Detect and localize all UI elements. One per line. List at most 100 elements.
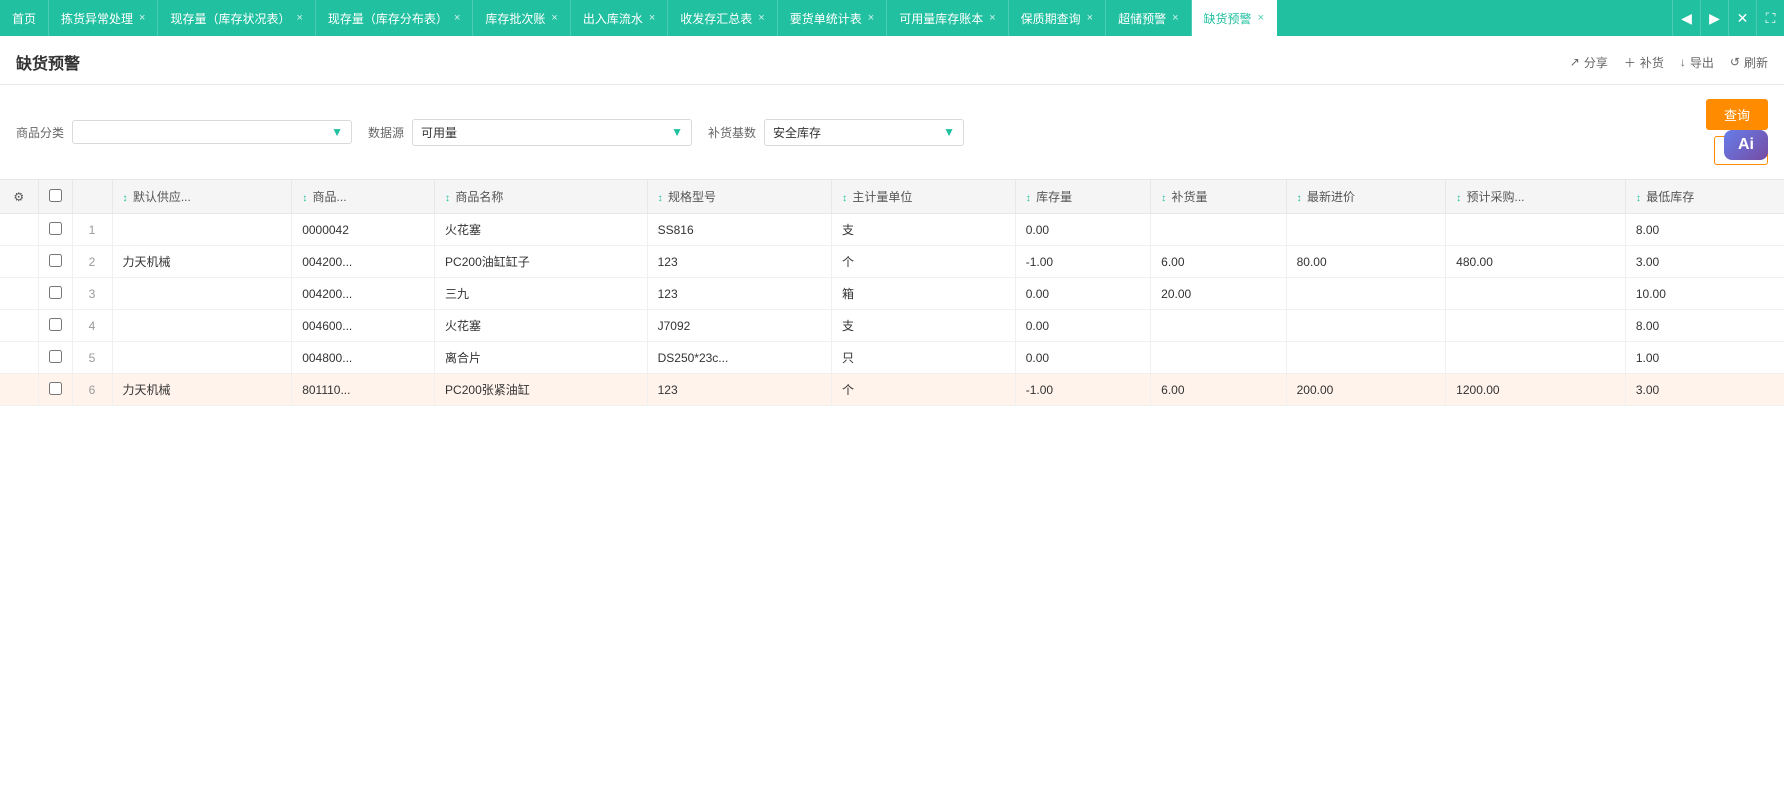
row-unit-cell: 只 — [832, 342, 1016, 374]
datasource-value: 可用量 — [421, 124, 457, 141]
row-supplier-cell: 力天机械 — [112, 374, 292, 406]
refresh-icon: ↺ — [1730, 55, 1740, 69]
row-checkbox[interactable] — [49, 382, 62, 395]
tab-close-icon[interactable]: × — [296, 12, 302, 24]
tab-requisition-stats[interactable]: 要货单统计表 × — [778, 0, 887, 36]
row-unit-cell: 个 — [832, 374, 1016, 406]
datasource-select[interactable]: 可用量 ▼ — [412, 119, 692, 146]
row-product-name-cell: PC200张紧油缸 — [435, 374, 648, 406]
gear-icon[interactable]: ⚙ — [13, 190, 24, 204]
row-stock-cell: 0.00 — [1015, 310, 1150, 342]
tab-available-ledger[interactable]: 可用量库存账本 × — [887, 0, 1008, 36]
row-product-name-cell: PC200油缸缸子 — [435, 246, 648, 278]
tab-fullscreen-button[interactable]: ⛶ — [1756, 0, 1784, 36]
row-latest-price-cell — [1286, 278, 1446, 310]
row-min-stock-cell: 3.00 — [1625, 374, 1784, 406]
row-estimated-purchase-cell — [1446, 310, 1626, 342]
row-latest-price-cell: 80.00 — [1286, 246, 1446, 278]
row-checkbox[interactable] — [49, 222, 62, 235]
tab-close-icon[interactable]: × — [1258, 12, 1264, 24]
tab-bar: 首页 拣货异常处理 × 现存量（库存状况表） × 现存量（库存分布表） × 库存… — [0, 0, 1784, 36]
export-icon: ↓ — [1680, 55, 1686, 69]
tab-close-icon[interactable]: × — [989, 12, 995, 24]
col-min-stock-header: ↕ 最低库存 — [1625, 180, 1784, 214]
tab-overstock-warning[interactable]: 超储预警 × — [1106, 0, 1191, 36]
tab-shortage-warning[interactable]: 缺货预警 × — [1192, 0, 1277, 36]
row-estimated-purchase-cell: 1200.00 — [1446, 374, 1626, 406]
main-content: 缺货预警 ↗ 分享 ＋ 补货 ↓ 导出 ↺ 刷新 商品分类 — [0, 36, 1784, 796]
table-row: 1 0000042 火花塞 SS816 支 0.00 8.00 — [0, 214, 1784, 246]
shortage-table: ⚙ ↕ 默认供应... ↕ 商品... ↕ — [0, 179, 1784, 406]
row-unit-cell: 箱 — [832, 278, 1016, 310]
row-checkbox-cell — [38, 374, 72, 406]
share-icon: ↗ — [1570, 55, 1580, 69]
row-replenish-qty-cell — [1151, 214, 1286, 246]
datasource-label: 数据源 — [368, 124, 404, 141]
sort-icon: ↕ — [1297, 193, 1302, 204]
row-settings-cell — [0, 214, 38, 246]
tab-picking-exception[interactable]: 拣货异常处理 × — [49, 0, 158, 36]
query-button[interactable]: 查询 — [1706, 99, 1768, 130]
row-replenish-qty-cell: 20.00 — [1151, 278, 1286, 310]
tab-receipt-summary[interactable]: 收发存汇总表 × — [668, 0, 777, 36]
row-checkbox[interactable] — [49, 286, 62, 299]
row-unit-cell: 个 — [832, 246, 1016, 278]
tab-close-icon[interactable]: × — [454, 12, 460, 24]
row-product-code-cell: 004200... — [292, 246, 435, 278]
col-stock-header: ↕ 库存量 — [1015, 180, 1150, 214]
tab-close-icon[interactable]: × — [551, 12, 557, 24]
tab-close-icon[interactable]: × — [1087, 12, 1093, 24]
col-latest-price-header: ↕ 最新进价 — [1286, 180, 1446, 214]
tab-inout-flow[interactable]: 出入库流水 × — [571, 0, 668, 36]
col-spec-header: ↕ 规格型号 — [647, 180, 831, 214]
ai-badge[interactable]: Ai — [1724, 130, 1768, 160]
tab-close-icon[interactable]: × — [1172, 12, 1178, 24]
row-checkbox-cell — [38, 246, 72, 278]
row-unit-cell: 支 — [832, 310, 1016, 342]
tab-inventory-distribution[interactable]: 现存量（库存分布表） × — [316, 0, 473, 36]
row-replenish-qty-cell: 6.00 — [1151, 374, 1286, 406]
row-index-cell: 6 — [72, 374, 112, 406]
datasource-chevron-icon: ▼ — [671, 125, 683, 139]
tab-close-icon[interactable]: × — [649, 12, 655, 24]
row-settings-cell — [0, 278, 38, 310]
row-replenish-qty-cell: 6.00 — [1151, 246, 1286, 278]
row-stock-cell: -1.00 — [1015, 246, 1150, 278]
share-button[interactable]: ↗ 分享 — [1570, 54, 1608, 71]
refresh-button[interactable]: ↺ 刷新 — [1730, 54, 1768, 71]
tab-batch-account[interactable]: 库存批次账 × — [473, 0, 570, 36]
select-all-checkbox[interactable] — [49, 189, 62, 202]
category-select[interactable]: ▼ — [72, 120, 352, 144]
row-product-name-cell: 三九 — [435, 278, 648, 310]
tab-close-icon[interactable]: × — [868, 12, 874, 24]
row-checkbox[interactable] — [49, 254, 62, 267]
row-settings-cell — [0, 310, 38, 342]
tab-close-all-button[interactable]: ✕ — [1728, 0, 1756, 36]
sort-icon: ↕ — [123, 193, 128, 204]
tab-close-icon[interactable]: × — [139, 12, 145, 24]
tab-home[interactable]: 首页 — [0, 0, 49, 36]
tab-prev-button[interactable]: ◀ — [1672, 0, 1700, 36]
replenish-button[interactable]: ＋ 补货 — [1624, 54, 1664, 71]
col-index-header — [72, 180, 112, 214]
category-filter-group: 商品分类 ▼ — [16, 120, 352, 144]
row-supplier-cell: 力天机械 — [112, 246, 292, 278]
export-button[interactable]: ↓ 导出 — [1680, 54, 1714, 71]
replenish-select[interactable]: 安全库存 ▼ — [764, 119, 964, 146]
sort-icon: ↕ — [302, 193, 307, 204]
row-spec-cell: DS250*23c... — [647, 342, 831, 374]
tab-navigation: ◀ ▶ ✕ ⛶ — [1672, 0, 1784, 36]
row-index-cell: 2 — [72, 246, 112, 278]
tab-close-icon[interactable]: × — [758, 12, 764, 24]
row-product-code-cell: 004200... — [292, 278, 435, 310]
sort-icon: ↕ — [658, 193, 663, 204]
tab-expiry-query[interactable]: 保质期查询 × — [1009, 0, 1106, 36]
row-settings-cell — [0, 246, 38, 278]
row-checkbox[interactable] — [49, 350, 62, 363]
row-estimated-purchase-cell — [1446, 342, 1626, 374]
tab-inventory-status[interactable]: 现存量（库存状况表） × — [158, 0, 315, 36]
row-checkbox[interactable] — [49, 318, 62, 331]
col-checkbox-header — [38, 180, 72, 214]
tab-next-button[interactable]: ▶ — [1700, 0, 1728, 36]
row-spec-cell: 123 — [647, 246, 831, 278]
